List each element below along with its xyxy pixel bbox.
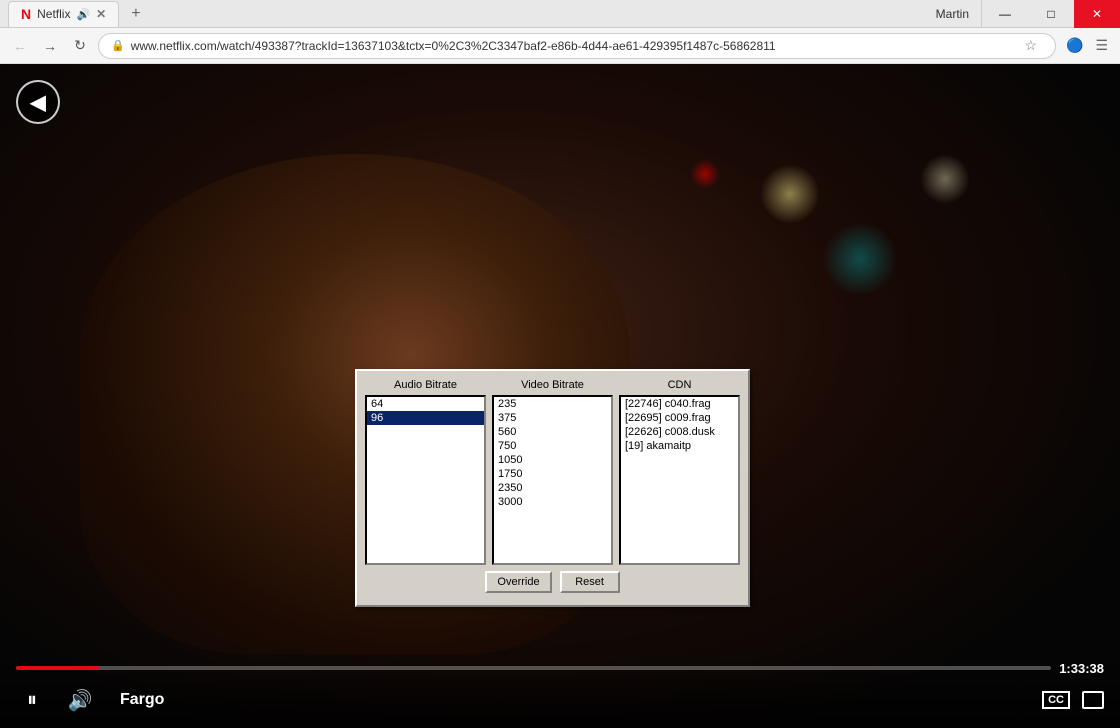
video-bitrate-column: Video Bitrate 235 375 560 750 1050 1750 … [492,379,613,565]
tab-sound-icon[interactable]: 🔊 [76,8,90,21]
forward-nav-button[interactable]: → [38,34,62,58]
controls-right: CC [1042,691,1104,709]
window-controls: Martin — □ ✕ [924,0,1120,28]
new-tab-button[interactable]: + [123,1,148,27]
video-controls: 1:33:38 ⏸ 🔊 Fargo CC [0,658,1120,728]
netflix-tab[interactable]: N Netflix 🔊 ✕ [8,1,119,27]
tab-close-button[interactable]: ✕ [96,7,106,21]
subtitles-button[interactable]: CC [1042,691,1070,709]
play-pause-button[interactable]: ⏸ [16,684,48,716]
menu-icon[interactable]: ☰ [1091,35,1112,56]
video-item-560[interactable]: 560 [494,425,611,439]
override-button[interactable]: Override [485,571,551,593]
audio-bitrate-label: Audio Bitrate [365,379,486,391]
back-button[interactable]: ◀ [16,80,60,124]
bg-light-teal [820,224,900,294]
title-bar-left: N Netflix 🔊 ✕ + [8,1,149,27]
extension-icon[interactable]: 🔵 [1062,35,1087,56]
back-nav-button[interactable]: ← [8,34,32,58]
video-item-2350[interactable]: 2350 [494,481,611,495]
video-bitrate-listbox[interactable]: 235 375 560 750 1050 1750 2350 3000 [492,395,613,565]
url-text: www.netflix.com/watch/493387?trackId=136… [131,39,1019,53]
video-item-1050[interactable]: 1050 [494,453,611,467]
controls-left: ⏸ 🔊 Fargo [16,684,1042,716]
progress-track[interactable] [16,666,1051,670]
address-bar: ← → ↻ 🔒 www.netflix.com/watch/493387?tra… [0,28,1120,64]
audio-item-64[interactable]: 64 [367,397,484,411]
video-area[interactable]: ◀ Audio Bitrate 64 96 Video Bitrate 235 [0,64,1120,728]
tab-bar: N Netflix 🔊 ✕ + [8,1,149,27]
bg-light-1 [760,164,820,224]
bg-light-2 [920,154,970,204]
dialog-columns: Audio Bitrate 64 96 Video Bitrate 235 37… [365,379,740,565]
fullscreen-button[interactable] [1082,691,1104,709]
title-bar: N Netflix 🔊 ✕ + Martin — □ ✕ [0,0,1120,28]
refresh-button[interactable]: ↻ [68,34,92,58]
video-item-3000[interactable]: 3000 [494,495,611,509]
override-dialog: Audio Bitrate 64 96 Video Bitrate 235 37… [355,369,750,607]
cdn-label: CDN [619,379,740,391]
video-item-750[interactable]: 750 [494,439,611,453]
reset-button[interactable]: Reset [560,571,620,593]
progress-bar-area: 1:33:38 [0,658,1120,678]
fullscreen-icon [1082,691,1104,709]
audio-item-96[interactable]: 96 [367,411,484,425]
dialog-content: Audio Bitrate 64 96 Video Bitrate 235 37… [357,371,748,605]
dialog-buttons: Override Reset [365,565,740,597]
bookmark-icon[interactable]: ☆ [1018,37,1043,54]
lock-icon: 🔒 [111,39,125,52]
cdn-item-19[interactable]: [19] akamaitp [621,439,738,453]
video-bitrate-label: Video Bitrate [492,379,613,391]
video-item-1750[interactable]: 1750 [494,467,611,481]
cdn-item-22746[interactable]: [22746] c040.frag [621,397,738,411]
time-display: 1:33:38 [1059,661,1104,676]
maximize-button[interactable]: □ [1028,0,1074,28]
cdn-item-22695[interactable]: [22695] c009.frag [621,411,738,425]
video-item-235[interactable]: 235 [494,397,611,411]
cdn-item-22626[interactable]: [22626] c008.dusk [621,425,738,439]
address-input[interactable]: 🔒 www.netflix.com/watch/493387?trackId=1… [98,33,1056,59]
minimize-button[interactable]: — [982,0,1028,28]
tab-title: Netflix [37,7,70,21]
volume-icon: 🔊 [68,688,93,713]
video-item-375[interactable]: 375 [494,411,611,425]
audio-bitrate-listbox[interactable]: 64 96 [365,395,486,565]
controls-row: ⏸ 🔊 Fargo CC [0,678,1120,722]
close-button[interactable]: ✕ [1074,0,1120,28]
volume-button[interactable]: 🔊 [64,684,96,716]
progress-fill [16,666,99,670]
pause-icon: ⏸ [27,689,37,712]
cdn-column: CDN [22746] c040.frag [22695] c009.frag … [619,379,740,565]
bg-red-light [690,159,720,189]
back-arrow-icon: ◀ [30,90,45,115]
netflix-logo: N [21,6,31,22]
user-name: Martin [924,0,982,28]
movie-title: Fargo [120,691,164,709]
subtitles-icon: CC [1042,691,1070,709]
audio-bitrate-column: Audio Bitrate 64 96 [365,379,486,565]
cdn-listbox[interactable]: [22746] c040.frag [22695] c009.frag [226… [619,395,740,565]
address-actions: 🔵 ☰ [1062,35,1112,56]
